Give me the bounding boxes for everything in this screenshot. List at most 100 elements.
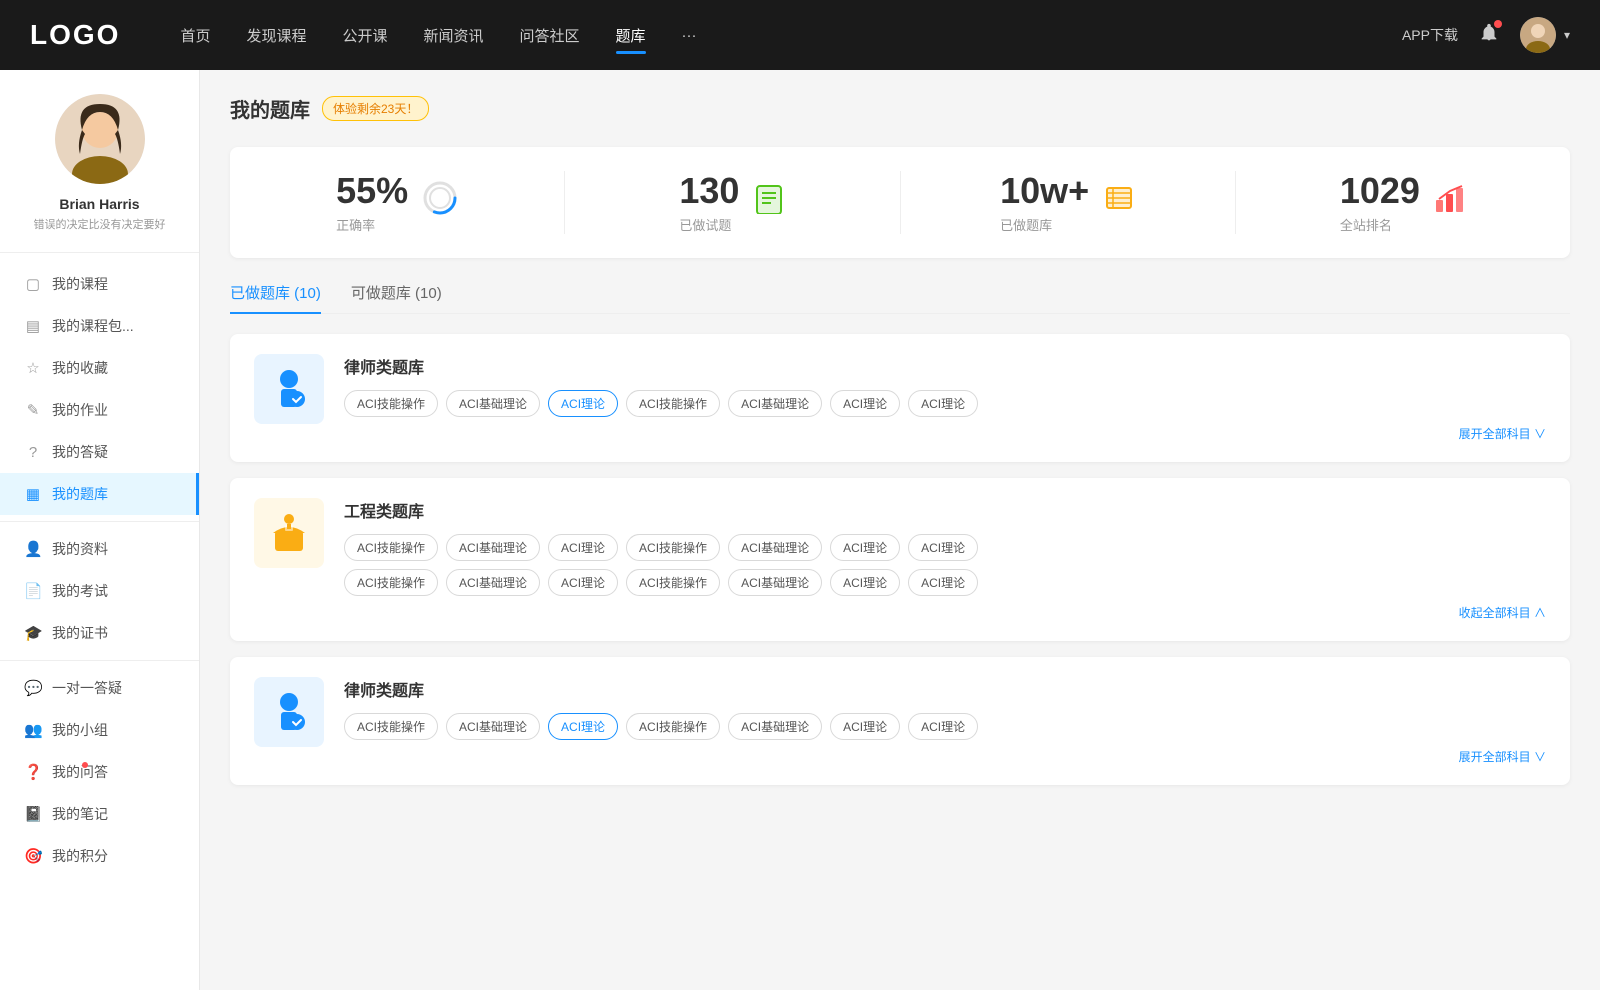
sidebar-label-my-courses: 我的课程 bbox=[52, 274, 108, 294]
eng-tag-1[interactable]: ACI基础理论 bbox=[446, 534, 540, 561]
sidebar-item-certificates[interactable]: 🎓 我的证书 bbox=[0, 612, 199, 654]
sidebar-item-course-packs[interactable]: ▤ 我的课程包... bbox=[0, 305, 199, 347]
tab-available[interactable]: 可做题库 (10) bbox=[351, 282, 442, 313]
qbank-card-lawyer-2: 律师类题库 ACI技能操作 ACI基础理论 ACI理论 ACI技能操作 ACI基… bbox=[230, 657, 1570, 785]
engineer-icon bbox=[254, 498, 324, 568]
stat-value-done-questions: 130 bbox=[679, 171, 739, 211]
questions-icon: ❓ bbox=[24, 763, 42, 781]
stat-label-correct-rate: 正确率 bbox=[336, 215, 408, 234]
certificates-icon: 🎓 bbox=[24, 624, 42, 642]
nav-question-bank[interactable]: 题库 bbox=[616, 21, 646, 50]
eng-tag-6[interactable]: ACI理论 bbox=[908, 534, 978, 561]
sidebar-item-profile[interactable]: 👤 我的资料 bbox=[0, 528, 199, 570]
tag-2-active[interactable]: ACI理论 bbox=[548, 390, 618, 417]
l2-tag-5[interactable]: ACI理论 bbox=[830, 713, 900, 740]
profile-icon: 👤 bbox=[24, 540, 42, 558]
nav-discover[interactable]: 发现课程 bbox=[246, 21, 306, 50]
qbank-title-lawyer-1: 律师类题库 bbox=[344, 354, 1546, 378]
sidebar-divider-1 bbox=[0, 521, 199, 522]
sidebar-item-question-bank[interactable]: ▦ 我的题库 bbox=[0, 473, 199, 515]
nav-qa[interactable]: 问答社区 bbox=[520, 21, 580, 50]
eng-tag-12[interactable]: ACI理论 bbox=[830, 569, 900, 596]
eng-tag-7[interactable]: ACI技能操作 bbox=[344, 569, 438, 596]
sidebar-menu: ▢ 我的课程 ▤ 我的课程包... ☆ 我的收藏 ✎ 我的作业 ? 我的答疑 ▦… bbox=[0, 263, 199, 877]
eng-tag-11[interactable]: ACI基础理论 bbox=[728, 569, 822, 596]
sidebar-item-questions[interactable]: ❓ 我的问答 bbox=[0, 751, 199, 793]
eng-tag-9[interactable]: ACI理论 bbox=[548, 569, 618, 596]
stat-done-questions: 130 已做试题 bbox=[565, 171, 900, 234]
notification-bell[interactable] bbox=[1478, 22, 1500, 49]
sidebar-item-my-qa[interactable]: ? 我的答疑 bbox=[0, 431, 199, 473]
user-avatar-area[interactable]: ▾ bbox=[1520, 17, 1570, 53]
sidebar-label-exams: 我的考试 bbox=[52, 581, 108, 601]
sidebar-label-one-on-one: 一对一答疑 bbox=[52, 678, 122, 698]
favorites-icon: ☆ bbox=[24, 359, 42, 377]
trial-badge: 体验剩余23天！ bbox=[322, 96, 429, 121]
expand-link-lawyer-2[interactable]: 展开全部科目 ∨ bbox=[344, 748, 1546, 765]
correct-rate-icon bbox=[422, 180, 458, 224]
tag-1[interactable]: ACI基础理论 bbox=[446, 390, 540, 417]
sidebar-item-my-courses[interactable]: ▢ 我的课程 bbox=[0, 263, 199, 305]
rank-icon bbox=[1434, 182, 1466, 222]
qbank-card-lawyer-1: 律师类题库 ACI技能操作 ACI基础理论 ACI理论 ACI技能操作 ACI基… bbox=[230, 334, 1570, 462]
sidebar-item-points[interactable]: 🎯 我的积分 bbox=[0, 835, 199, 877]
homework-icon: ✎ bbox=[24, 401, 42, 419]
l2-tag-0[interactable]: ACI技能操作 bbox=[344, 713, 438, 740]
lawyer-icon-2 bbox=[254, 677, 324, 747]
page-body: Brian Harris 错误的决定比没有决定要好 ▢ 我的课程 ▤ 我的课程包… bbox=[0, 70, 1600, 990]
qbank-title-engineer: 工程类题库 bbox=[344, 498, 1546, 522]
tab-done[interactable]: 已做题库 (10) bbox=[230, 282, 321, 313]
page-title: 我的题库 bbox=[230, 94, 310, 123]
nav-more[interactable]: ··· bbox=[682, 23, 697, 48]
expand-link-lawyer-1[interactable]: 展开全部科目 ∨ bbox=[344, 425, 1546, 442]
eng-tag-5[interactable]: ACI理论 bbox=[830, 534, 900, 561]
eng-tag-4[interactable]: ACI基础理论 bbox=[728, 534, 822, 561]
sidebar-item-notes[interactable]: 📓 我的笔记 bbox=[0, 793, 199, 835]
sidebar-label-groups: 我的小组 bbox=[52, 720, 108, 740]
tag-0[interactable]: ACI技能操作 bbox=[344, 390, 438, 417]
sidebar-label-profile: 我的资料 bbox=[52, 539, 108, 559]
l2-tag-6[interactable]: ACI理论 bbox=[908, 713, 978, 740]
collapse-link-engineer[interactable]: 收起全部科目 ∧ bbox=[344, 604, 1546, 621]
stat-rank: 1029 全站排名 bbox=[1236, 171, 1570, 234]
tag-3[interactable]: ACI技能操作 bbox=[626, 390, 720, 417]
avatar bbox=[1520, 17, 1556, 53]
sidebar-item-homework[interactable]: ✎ 我的作业 bbox=[0, 389, 199, 431]
exams-icon: 📄 bbox=[24, 582, 42, 600]
logo[interactable]: LOGO bbox=[30, 19, 120, 51]
tag-6[interactable]: ACI理论 bbox=[908, 390, 978, 417]
page-header: 我的题库 体验剩余23天！ bbox=[230, 94, 1570, 123]
sidebar-label-certificates: 我的证书 bbox=[52, 623, 108, 643]
eng-tag-10[interactable]: ACI技能操作 bbox=[626, 569, 720, 596]
done-banks-icon bbox=[1103, 182, 1135, 222]
navbar: LOGO 首页 发现课程 公开课 新闻资讯 问答社区 题库 ··· APP下载 … bbox=[0, 0, 1600, 70]
tags-row-lawyer-1: ACI技能操作 ACI基础理论 ACI理论 ACI技能操作 ACI基础理论 AC… bbox=[344, 390, 1546, 417]
questions-badge bbox=[82, 762, 88, 768]
sidebar-label-my-qa: 我的答疑 bbox=[52, 442, 108, 462]
nav-home[interactable]: 首页 bbox=[180, 21, 210, 50]
nav-open-course[interactable]: 公开课 bbox=[342, 21, 387, 50]
eng-tag-3[interactable]: ACI技能操作 bbox=[626, 534, 720, 561]
app-download-button[interactable]: APP下载 bbox=[1402, 25, 1458, 45]
stat-value-done-banks: 10w+ bbox=[1000, 171, 1089, 211]
sidebar-item-one-on-one[interactable]: 💬 一对一答疑 bbox=[0, 667, 199, 709]
eng-tag-0[interactable]: ACI技能操作 bbox=[344, 534, 438, 561]
stat-value-correct-rate: 55% bbox=[336, 171, 408, 211]
tag-4[interactable]: ACI基础理论 bbox=[728, 390, 822, 417]
nav-news[interactable]: 新闻资讯 bbox=[424, 21, 484, 50]
l2-tag-4[interactable]: ACI基础理论 bbox=[728, 713, 822, 740]
l2-tag-3[interactable]: ACI技能操作 bbox=[626, 713, 720, 740]
sidebar-profile: Brian Harris 错误的决定比没有决定要好 bbox=[0, 94, 199, 253]
sidebar-item-exams[interactable]: 📄 我的考试 bbox=[0, 570, 199, 612]
done-questions-icon bbox=[753, 182, 785, 222]
tag-5[interactable]: ACI理论 bbox=[830, 390, 900, 417]
profile-motto: 错误的决定比没有决定要好 bbox=[24, 216, 176, 232]
eng-tag-8[interactable]: ACI基础理论 bbox=[446, 569, 540, 596]
stat-label-rank: 全站排名 bbox=[1340, 215, 1420, 234]
sidebar-item-favorites[interactable]: ☆ 我的收藏 bbox=[0, 347, 199, 389]
sidebar-item-groups[interactable]: 👥 我的小组 bbox=[0, 709, 199, 751]
eng-tag-13[interactable]: ACI理论 bbox=[908, 569, 978, 596]
eng-tag-2[interactable]: ACI理论 bbox=[548, 534, 618, 561]
l2-tag-2-active[interactable]: ACI理论 bbox=[548, 713, 618, 740]
l2-tag-1[interactable]: ACI基础理论 bbox=[446, 713, 540, 740]
